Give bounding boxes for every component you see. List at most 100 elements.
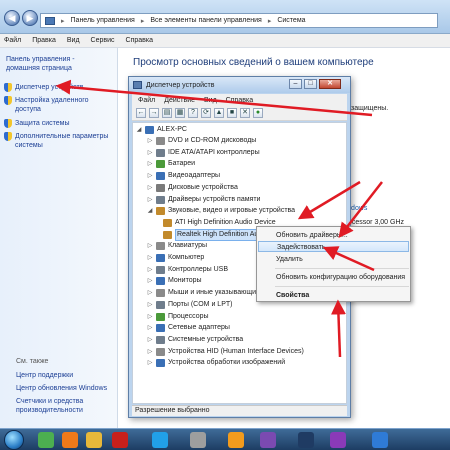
link-system-protection[interactable]: Защита системы [4, 119, 70, 128]
address-field[interactable]: ▸ Панель управления ▸ Все элементы панел… [40, 13, 438, 28]
cd-icon[interactable] [190, 432, 206, 448]
dm-menu-file[interactable]: Файл [138, 97, 155, 104]
tree-category-item[interactable]: ▷ Контроллеры USB [147, 265, 228, 275]
properties-icon[interactable]: ▦ [175, 108, 185, 118]
forward-arrow-icon[interactable]: → [149, 108, 159, 118]
uninstall-device-icon[interactable]: ✕ [240, 108, 250, 118]
breadcrumb-all-items[interactable]: Все элементы панели управления [150, 17, 261, 24]
tree-item-label: Системные устройства [168, 335, 244, 343]
expand-icon[interactable]: ▷ [147, 335, 153, 345]
expand-icon[interactable]: ▷ [147, 312, 153, 322]
menu-item-properties[interactable]: Свойства [258, 290, 409, 301]
link-action-center[interactable]: Центр поддержки [16, 371, 73, 380]
expand-icon[interactable]: ▷ [147, 358, 153, 368]
tree-category-item[interactable]: ▷ Порты (COM и LPT) [147, 300, 232, 310]
dm-menu-help[interactable]: Справка [226, 97, 253, 104]
maximize-button[interactable]: □ [304, 79, 317, 89]
tree-category-item[interactable]: ▷ Батареи [147, 159, 195, 169]
skype-icon[interactable] [152, 432, 168, 448]
link-advanced-settings[interactable]: Дополнительные параметры системы [4, 132, 108, 150]
tree-category-item[interactable]: ▷ Драйверы устройств памяти [147, 195, 260, 205]
expand-icon[interactable]: ▷ [147, 265, 153, 275]
update-driver-icon[interactable]: ▲ [214, 108, 224, 118]
notes-icon[interactable] [372, 432, 388, 448]
menu-tools[interactable]: Сервис [91, 37, 115, 44]
expand-icon[interactable]: ▷ [147, 323, 153, 333]
tree-category-item[interactable]: ▷ Процессоры [147, 312, 209, 322]
menu-item-scan-hardware[interactable]: Обновить конфигурацию оборудования [258, 272, 409, 283]
expand-icon[interactable]: ▷ [147, 347, 153, 357]
expand-icon[interactable]: ▷ [147, 136, 153, 146]
tree-category-item[interactable]: ◢ Звуковые, видео и игровые устройства [147, 206, 295, 216]
expand-icon[interactable]: ▷ [147, 183, 153, 193]
breadcrumb-control-panel[interactable]: Панель управления [71, 17, 135, 24]
tree-category-item[interactable]: ▷ Устройства HID (Human Interface Devices… [147, 347, 304, 357]
dm-menu-action[interactable]: Действие [164, 97, 195, 104]
filezilla-icon[interactable] [112, 432, 128, 448]
menu-edit[interactable]: Правка [32, 37, 56, 44]
archive-icon[interactable] [330, 432, 346, 448]
vlc-icon[interactable] [228, 432, 244, 448]
collapse-icon[interactable]: ◢ [136, 125, 142, 135]
tree-category-item[interactable]: ▷ Видеоадаптеры [147, 171, 220, 181]
shield-icon [4, 119, 12, 128]
link-performance[interactable]: Счетчики и средства производительности [16, 397, 83, 415]
minimize-button[interactable]: – [289, 79, 302, 89]
expand-icon[interactable]: ▷ [147, 148, 153, 158]
menu-view[interactable]: Вид [67, 37, 80, 44]
tree-item-label: Порты (COM и LPT) [168, 300, 233, 308]
close-button[interactable]: ✕ [319, 79, 341, 89]
tree-category-item[interactable]: ▷ Клавиатуры [147, 241, 207, 251]
dm-menu-view[interactable]: Вид [204, 97, 217, 104]
chrome-icon[interactable] [38, 432, 54, 448]
device-icon [156, 265, 165, 274]
tree-device-item[interactable]: Realtek High Definition Audio [163, 228, 270, 241]
menu-help[interactable]: Справка [126, 37, 153, 44]
tree-category-item[interactable]: ▷ Системные устройства [147, 335, 243, 345]
enable-device-icon[interactable]: ● [253, 108, 263, 118]
media-icon[interactable] [260, 432, 276, 448]
scan-hardware-icon[interactable]: ⟳ [201, 108, 211, 118]
menu-item-enable[interactable]: Задействовать [258, 241, 409, 252]
folder-icon[interactable] [86, 432, 102, 448]
forward-button[interactable]: ▶ [22, 10, 38, 26]
expand-icon[interactable]: ▷ [147, 195, 153, 205]
tree-view-icon[interactable]: ▤ [162, 108, 172, 118]
tree-item-label: Клавиатуры [168, 242, 208, 250]
expand-icon[interactable]: ▷ [147, 241, 153, 251]
expand-icon[interactable]: ▷ [147, 300, 153, 310]
device-icon [156, 324, 165, 333]
breadcrumb-system[interactable]: Система [277, 17, 305, 24]
tree-category-item[interactable]: ▷ IDE ATA/ATAPI контроллеры [147, 148, 260, 158]
expand-icon[interactable]: ▷ [147, 253, 153, 263]
expand-icon[interactable]: ▷ [147, 288, 153, 298]
link-control-panel-home[interactable]: Панель управления - домашняя страница [6, 55, 75, 73]
tree-category-item[interactable]: ▷ Компьютер [147, 253, 204, 263]
firefox-icon[interactable] [62, 432, 78, 448]
back-arrow-icon[interactable]: ← [136, 108, 146, 118]
device-icon [156, 277, 165, 286]
expand-icon[interactable]: ▷ [147, 159, 153, 169]
link-remote-settings[interactable]: Настройка удаленного доступа [4, 96, 89, 114]
tree-category-item[interactable]: ▷ Мониторы [147, 276, 202, 286]
tree-root[interactable]: ◢ ALEX-PC [136, 125, 187, 135]
disable-device-icon[interactable]: ■ [227, 108, 237, 118]
collapse-icon[interactable]: ◢ [147, 206, 153, 216]
shield-icon [4, 132, 12, 141]
tree-category-item[interactable]: ▷ DVD и CD-ROM дисководы [147, 136, 256, 146]
menu-file[interactable]: Файл [4, 37, 21, 44]
expand-icon[interactable]: ▷ [147, 171, 153, 181]
start-button[interactable] [4, 430, 24, 450]
menu-item-delete[interactable]: Удалить [258, 254, 409, 265]
help-icon[interactable]: ? [188, 108, 198, 118]
device-icon [156, 195, 165, 204]
menu-item-update-driver[interactable]: Обновить драйверы... [258, 230, 409, 241]
back-button[interactable]: ◀ [4, 10, 20, 26]
expand-icon[interactable]: ▷ [147, 276, 153, 286]
tree-category-item[interactable]: ▷ Сетевые адаптеры [147, 323, 230, 333]
photoshop-icon[interactable] [298, 432, 314, 448]
tree-category-item[interactable]: ▷ Устройства обработки изображений [147, 358, 285, 368]
link-windows-update[interactable]: Центр обновления Windows [16, 384, 107, 393]
link-device-manager[interactable]: Диспетчер устройств [4, 83, 83, 92]
tree-category-item[interactable]: ▷ Дисковые устройства [147, 183, 238, 193]
